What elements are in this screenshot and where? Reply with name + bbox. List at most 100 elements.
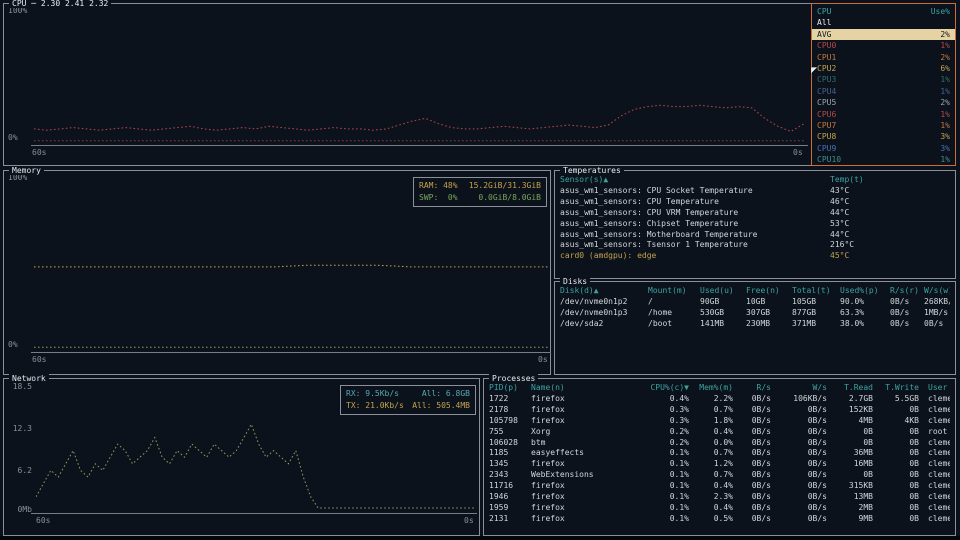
- cell: firefox: [531, 404, 565, 414]
- process-row[interactable]: 1345 firefox 0.1% 1.2% 0B/s 0B/s 16MB 0B cleme…: [489, 459, 950, 470]
- cell: 90GB: [700, 296, 720, 306]
- cpu-legend-group-all[interactable]: All: [817, 17, 950, 28]
- processes-panel-title: Processes: [489, 374, 539, 383]
- mem-percent-column-header: Mem%(m): [699, 383, 733, 392]
- cell: CPU9: [817, 143, 837, 153]
- cell: asus_wm1_sensors: CPU VRM Temperature: [560, 207, 739, 217]
- cpu-legend-row[interactable]: CPU7 1%: [817, 120, 950, 131]
- temperatures-header-row[interactable]: Sensor(s)▲ Temp(t): [560, 175, 950, 186]
- cell: 1%: [940, 86, 950, 96]
- temperatures-panel[interactable]: Temperatures Sensor(s)▲ Temp(t) asus_wm1…: [554, 166, 956, 279]
- cpu-legend-row[interactable]: CPU2 6%: [817, 63, 950, 74]
- process-row[interactable]: 755 Xorg 0.2% 0.4% 0B/s 0B/s 0B 0B root: [489, 427, 950, 438]
- cpu-legend-row[interactable]: CPU0 1%: [817, 40, 950, 51]
- cell: cleme…: [928, 492, 950, 502]
- cell: 2MB: [858, 502, 873, 512]
- processes-header-row[interactable]: PID(p) Name(n) CPU%(c)▼ Mem%(m) R/s W/s …: [489, 383, 950, 394]
- total-write-column-header: T.Write: [885, 383, 919, 392]
- cell: 0B/s: [924, 318, 944, 328]
- memory-panel[interactable]: Memory 100% 0% 60s 0s RAM: 48% 15.2GiB/3…: [3, 166, 551, 375]
- network-x-left-label: 60s: [36, 516, 51, 525]
- cell: 0B/s: [751, 513, 771, 523]
- cell: 1%: [940, 41, 950, 51]
- cell: firefox: [531, 492, 565, 502]
- process-row[interactable]: 2131 firefox 0.1% 0.5% 0B/s 0B/s 9MB 0B cleme…: [489, 514, 950, 525]
- cpu-legend-row[interactable]: CPU1 2%: [817, 52, 950, 63]
- cpu-x-left-label: 60s: [32, 148, 47, 157]
- disks-rows: /dev/nvme0n1p2 / 90GB 10GB 105GB 90.0% 0B/s 268…: [560, 297, 950, 330]
- cell: cleme…: [928, 481, 950, 491]
- cell: 1%: [940, 121, 950, 131]
- total-read-column-header: T.Read: [844, 383, 873, 392]
- cell: 0.4%: [713, 426, 733, 436]
- cpu-legend-row[interactable]: AVG 2%: [812, 28, 955, 41]
- cell: 0B: [909, 492, 919, 502]
- cell: easyeffects: [531, 448, 584, 458]
- cpu-legend-row[interactable]: CPU10 1%: [817, 154, 950, 165]
- cell: 45°C: [830, 251, 850, 261]
- network-panel[interactable]: Network 18.5 12.3 6.2 0Mb 60s 0s RX: 9.5…: [3, 374, 480, 536]
- process-row[interactable]: 105798 firefox 0.3% 1.8% 0B/s 0B/s 4MB 4KB cleme…: [489, 416, 950, 427]
- cell: 0.1%: [669, 459, 689, 469]
- temperature-row[interactable]: asus_wm1_sensors: CPU Temperature 46°C: [560, 197, 950, 208]
- cell: 1722: [489, 393, 509, 403]
- cell: 307GB: [746, 307, 771, 317]
- cell: 0B/s: [751, 426, 771, 436]
- cpu-legend-panel[interactable]: CPU Use% All AVG 2% CPU0 1% CPU1 2% CPU2 6% CPU3…: [811, 3, 956, 166]
- cell: 0B/s: [807, 502, 827, 512]
- network-y-label-4: 0Mb: [17, 505, 32, 514]
- temperature-row[interactable]: asus_wm1_sensors: Motherboard Temperatur…: [560, 230, 950, 241]
- temperature-row[interactable]: asus_wm1_sensors: CPU Socket Temperature…: [560, 186, 950, 197]
- process-row[interactable]: 1959 firefox 0.1% 0.4% 0B/s 0B/s 2MB 0B cleme…: [489, 503, 950, 514]
- cell: 0B/s: [751, 404, 771, 414]
- temperature-row[interactable]: asus_wm1_sensors: Tsensor 1 Temperature 2…: [560, 240, 950, 251]
- cell: 1.2%: [713, 459, 733, 469]
- disks-header-row[interactable]: Disk(d)▲ Mount(m) Used(u) Free(n) Total(…: [560, 286, 950, 297]
- cpu-legend-row[interactable]: CPU9 3%: [817, 143, 950, 154]
- used-percent-column-header: Used%(p): [840, 286, 879, 295]
- cpu-legend-header-row[interactable]: CPU Use%: [817, 6, 950, 17]
- cpu-legend-row[interactable]: CPU5 2%: [817, 97, 950, 108]
- disk-row[interactable]: /dev/nvme0n1p3/home 530GB 307GB 877GB 63.3% 0…: [560, 308, 950, 319]
- cell: 38.0%: [840, 318, 865, 328]
- cell: 0.4%: [713, 502, 733, 512]
- network-x-right-label: 0s: [464, 516, 474, 525]
- temperature-row[interactable]: card0 (amdgpu): edge 45°C: [560, 251, 950, 262]
- cell: 0.0%: [713, 437, 733, 447]
- process-row[interactable]: 2178 firefox 0.3% 0.7% 0B/s 0B/s 152KB 0B cleme…: [489, 405, 950, 416]
- cell: 2%: [940, 98, 950, 108]
- cell: /dev/sda2: [560, 318, 604, 328]
- cell: 0B: [909, 448, 919, 458]
- process-row[interactable]: 1722 firefox 0.4% 2.2% 0B/s 106KB/s 2.7GB 5.5GB…: [489, 394, 950, 405]
- cpu-legend-row[interactable]: CPU8 3%: [817, 131, 950, 142]
- temperature-row[interactable]: asus_wm1_sensors: CPU VRM Temperature 44°…: [560, 208, 950, 219]
- cpu-legend-row[interactable]: CPU6 1%: [817, 109, 950, 120]
- cpu-legend-row[interactable]: CPU4 1%: [817, 86, 950, 97]
- process-row[interactable]: 106028 btm 0.2% 0.0% 0B/s 0B/s 0B 0B cleme…: [489, 438, 950, 449]
- cpu-legend-row[interactable]: CPU3 1%: [817, 74, 950, 85]
- disk-row[interactable]: /dev/nvme0n1p2 / 90GB 10GB 105GB 90.0% 0B/s 268…: [560, 297, 950, 308]
- mouse-cursor-icon: ◤: [811, 65, 818, 76]
- process-row[interactable]: 1946 firefox 0.1% 2.3% 0B/s 0B/s 13MB 0B cleme…: [489, 492, 950, 503]
- cell: 4KB: [904, 415, 919, 425]
- cell: 0.4%: [713, 481, 733, 491]
- cell: 0B/s: [807, 437, 827, 447]
- disks-panel[interactable]: Disks Disk(d)▲ Mount(m) Used(u) Free(n) …: [554, 277, 956, 375]
- process-row[interactable]: 1185 easyeffects 0.1% 0.7% 0B/s 0B/s 36MB 0B cle…: [489, 448, 950, 459]
- cell: 0.7%: [713, 448, 733, 458]
- cell: 36MB: [853, 448, 873, 458]
- cell: 0B: [909, 459, 919, 469]
- disk-row[interactable]: /dev/sda2/boot 141MB 230MB 371MB 38.0% 0B/s 0B…: [560, 319, 950, 330]
- cell: 0.2%: [669, 437, 689, 447]
- processes-panel[interactable]: Processes PID(p) Name(n) CPU%(c)▼ Mem%(m…: [483, 374, 956, 536]
- network-y-label-3: 6.2: [17, 466, 32, 475]
- cell: 371MB: [792, 318, 817, 328]
- cpu-legend-rows: AVG 2% CPU0 1% CPU1 2% CPU2 6% CPU3 1% CPU4 1% CPU5 2…: [812, 28, 955, 166]
- process-row[interactable]: 11716 firefox 0.1% 0.4% 0B/s 0B/s 315KB 0B cleme…: [489, 481, 950, 492]
- process-row[interactable]: 2343 WebExtensions 0.1% 0.7% 0B/s 0B/s 0B 0B cle…: [489, 470, 950, 481]
- cell: 2343: [489, 470, 509, 480]
- cell: 3%: [940, 132, 950, 142]
- temperature-row[interactable]: asus_wm1_sensors: Chipset Temperature 53°…: [560, 219, 950, 230]
- cell: 44°C: [830, 229, 850, 239]
- cell: 105798: [489, 415, 518, 425]
